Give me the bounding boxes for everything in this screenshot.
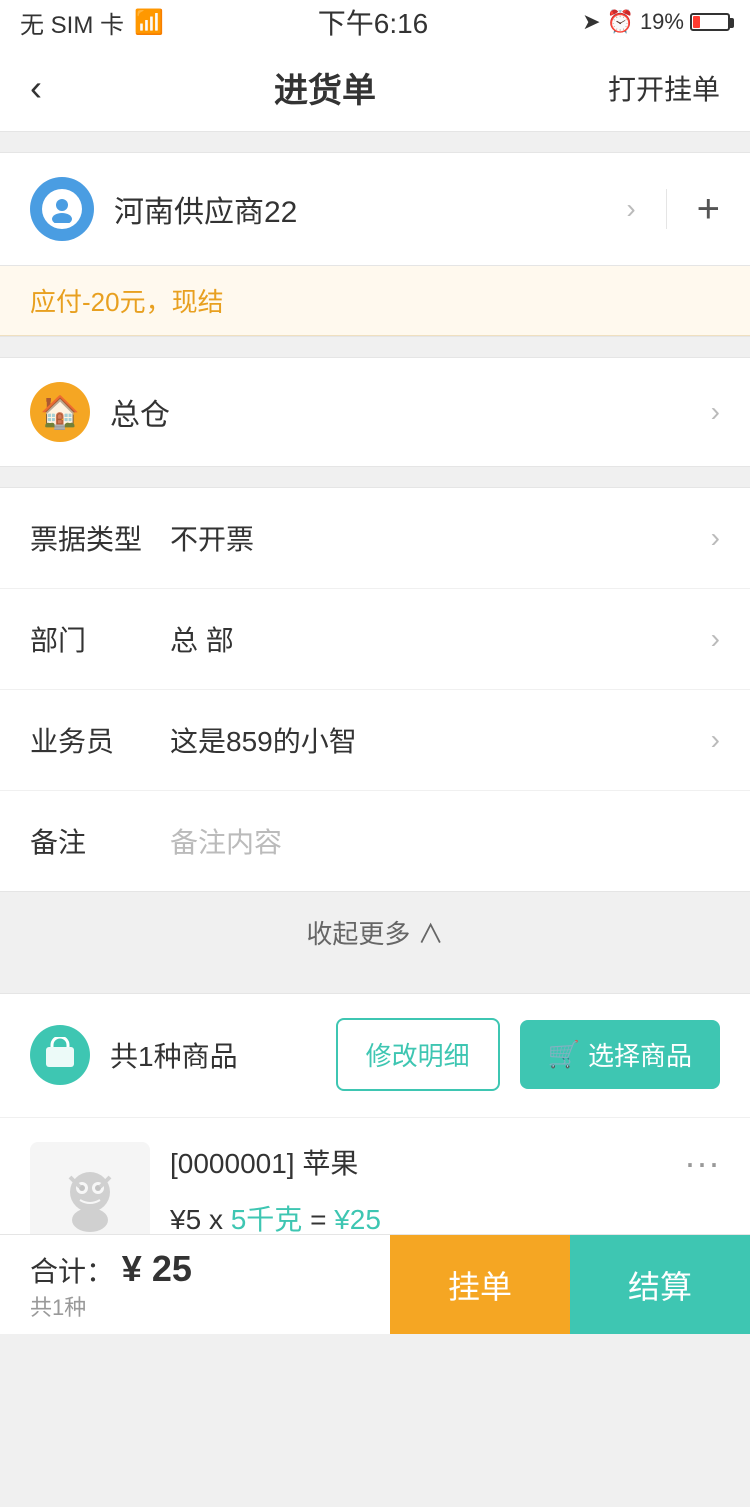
status-bar: 无 SIM 卡 📶 下午6:16 ➤ ⏰ 19% xyxy=(0,0,750,44)
product-equals: = xyxy=(310,1204,334,1235)
salesperson-label: 业务员 xyxy=(30,720,150,760)
product-icon xyxy=(30,1025,90,1085)
checkout-button[interactable]: 结算 xyxy=(570,1235,750,1334)
alarm-icon: ⏰ xyxy=(607,9,634,35)
supplier-name: 河南供应商22 xyxy=(114,187,626,231)
product-info: [0000001] 苹果 ¥5 x 5千克 = ¥25 xyxy=(170,1142,674,1238)
gap-1 xyxy=(0,132,750,152)
remark-value[interactable]: 备注内容 xyxy=(150,821,720,861)
warehouse-building-icon: 🏠 xyxy=(40,393,80,431)
select-product-label: 选择商品 xyxy=(588,1036,692,1073)
supplier-row[interactable]: 河南供应商22 › + xyxy=(0,153,750,266)
supplier-section: 河南供应商22 › + 应付-20元，现结 xyxy=(0,152,750,337)
product-menu-button[interactable]: ··· xyxy=(674,1142,720,1184)
salesperson-row[interactable]: 业务员 这是859的小智 › xyxy=(0,690,750,791)
status-left: 无 SIM 卡 📶 xyxy=(20,5,164,40)
department-label: 部门 xyxy=(30,619,150,659)
product-multiply: x xyxy=(209,1204,231,1235)
add-supplier-button[interactable]: + xyxy=(666,189,720,229)
status-right: ➤ ⏰ 19% xyxy=(582,9,730,35)
product-unit-price: ¥5 xyxy=(170,1204,201,1235)
total-count: 共1种 xyxy=(30,1290,360,1322)
total-amount: ¥ 25 xyxy=(122,1248,192,1289)
back-button[interactable]: ‹ xyxy=(30,67,42,109)
product-title: 苹果 xyxy=(302,1148,358,1179)
product-header: 共1种商品 修改明细 🛒 选择商品 xyxy=(0,994,750,1115)
form-section: 票据类型 不开票 › 部门 总 部 › 业务员 这是859的小智 › 备注 备注… xyxy=(0,487,750,892)
department-value: 总 部 xyxy=(150,619,711,659)
department-row[interactable]: 部门 总 部 › xyxy=(0,589,750,690)
invoice-type-row[interactable]: 票据类型 不开票 › xyxy=(0,488,750,589)
total-section: 合计： ¥ 25 共1种 xyxy=(0,1235,390,1334)
product-price: ¥5 x 5千克 = ¥25 xyxy=(170,1198,674,1238)
supplier-avatar xyxy=(30,177,94,241)
remark-label: 备注 xyxy=(30,821,150,861)
warehouse-name: 总仓 xyxy=(110,390,711,434)
page-title: 进货单 xyxy=(274,63,376,112)
warehouse-icon: 🏠 xyxy=(30,382,90,442)
warehouse-row[interactable]: 🏠 总仓 › xyxy=(0,358,750,466)
location-icon: ➤ xyxy=(582,9,600,35)
open-hang-button[interactable]: 打开挂单 xyxy=(608,68,720,108)
carrier-text: 无 SIM 卡 xyxy=(20,5,124,40)
product-name: [0000001] 苹果 xyxy=(170,1142,674,1182)
warehouse-section[interactable]: 🏠 总仓 › xyxy=(0,357,750,467)
total-label: 合计： xyxy=(30,1256,114,1287)
nav-bar: ‹ 进货单 打开挂单 xyxy=(0,44,750,132)
product-code: [0000001] xyxy=(170,1148,295,1179)
collapse-label: 收起更多 ∧ xyxy=(306,914,443,951)
edit-detail-button[interactable]: 修改明细 xyxy=(336,1018,500,1091)
salesperson-chevron-icon: › xyxy=(711,724,720,756)
gap-4 xyxy=(0,973,750,993)
gap-3 xyxy=(0,467,750,487)
wifi-icon: 📶 xyxy=(134,8,164,37)
gap-2 xyxy=(0,337,750,357)
supplier-chevron-icon: › xyxy=(626,193,635,225)
collapse-button[interactable]: 收起更多 ∧ xyxy=(0,892,750,973)
invoice-type-label: 票据类型 xyxy=(30,518,150,558)
bottom-bar: 合计： ¥ 25 共1种 挂单 结算 xyxy=(0,1234,750,1334)
invoice-type-value: 不开票 xyxy=(150,518,711,558)
hang-button[interactable]: 挂单 xyxy=(390,1235,570,1334)
supplier-notice: 应付-20元，现结 xyxy=(0,266,750,336)
invoice-type-chevron-icon: › xyxy=(711,522,720,554)
remark-row[interactable]: 备注 备注内容 xyxy=(0,791,750,891)
department-chevron-icon: › xyxy=(711,623,720,655)
warehouse-chevron-icon: › xyxy=(711,396,720,428)
total-line: 合计： ¥ 25 xyxy=(30,1248,360,1290)
product-quantity[interactable]: 5千克 xyxy=(231,1204,303,1235)
cart-icon: 🛒 xyxy=(548,1039,580,1070)
product-count: 共1种商品 xyxy=(110,1035,316,1075)
salesperson-value: 这是859的小智 xyxy=(150,720,711,760)
battery-icon xyxy=(690,13,730,31)
product-total: ¥25 xyxy=(334,1204,381,1235)
select-product-button[interactable]: 🛒 选择商品 xyxy=(520,1020,720,1089)
battery-text: 19% xyxy=(640,9,684,35)
status-time: 下午6:16 xyxy=(318,2,429,42)
